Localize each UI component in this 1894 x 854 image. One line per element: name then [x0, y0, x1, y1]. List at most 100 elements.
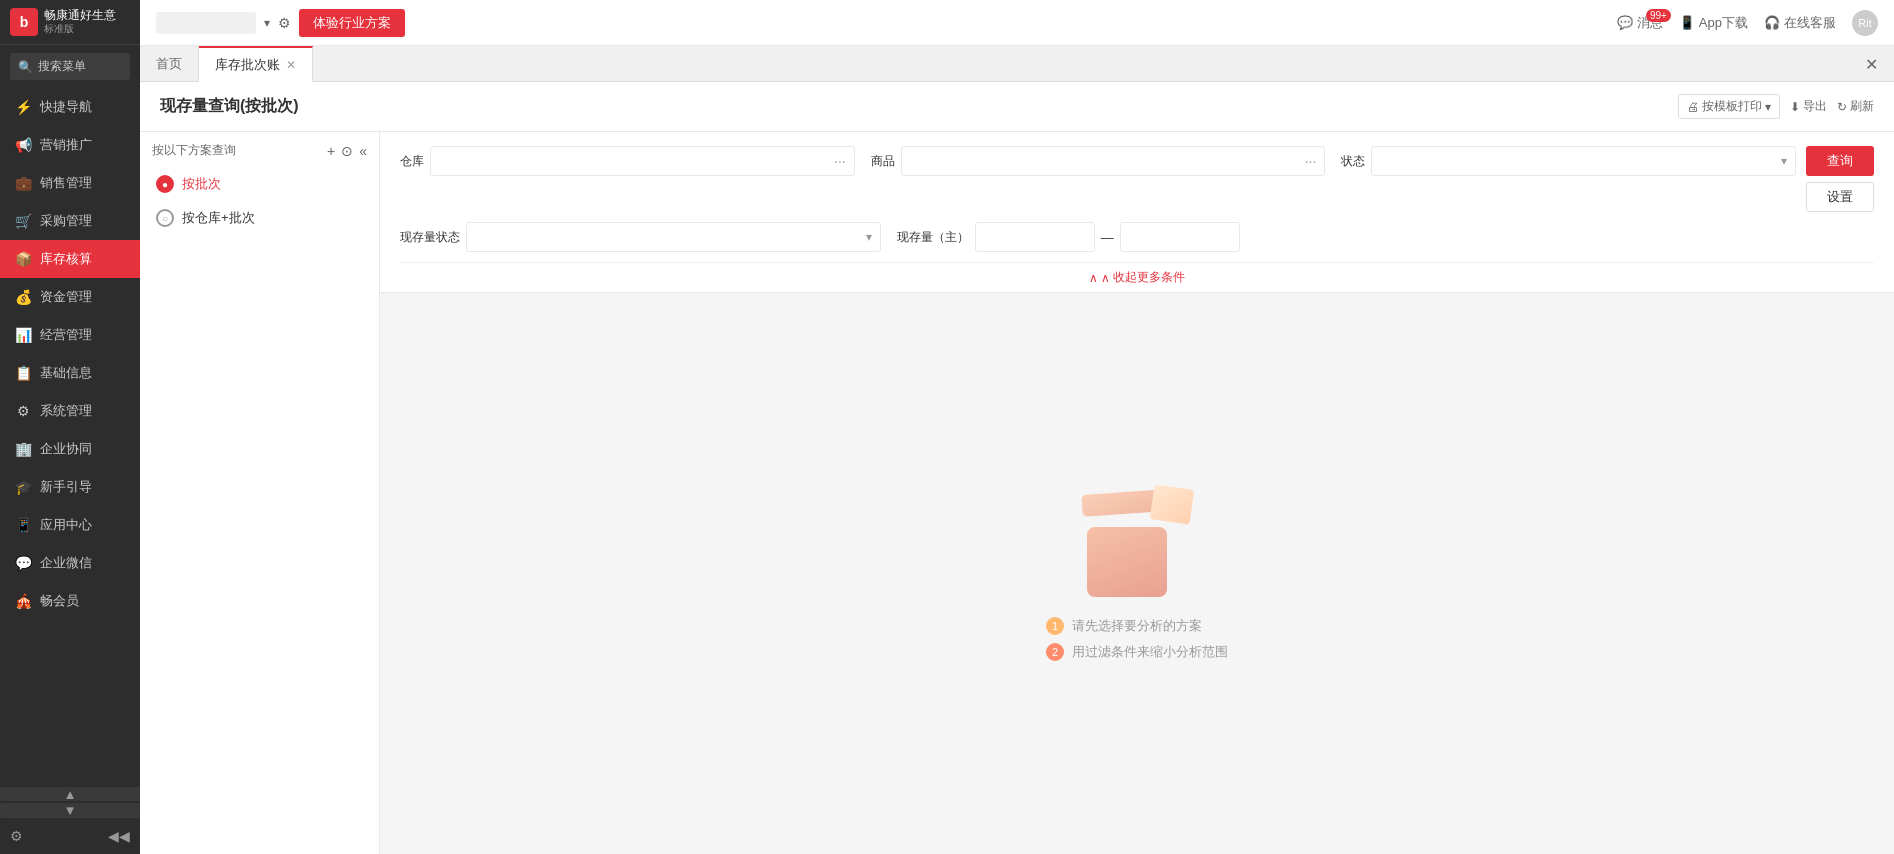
brand-logo: b: [10, 8, 38, 36]
empty-hints: 1 请先选择要分析的方案 2 用过滤条件来缩小分析范围: [1046, 617, 1228, 661]
empty-state: 1 请先选择要分析的方案 2 用过滤条件来缩小分析范围: [380, 293, 1894, 854]
product-input[interactable]: [910, 154, 1301, 168]
status-select[interactable]: ▾: [1371, 146, 1796, 176]
topbar-search-input[interactable]: [156, 12, 256, 34]
settings-button[interactable]: 设置: [1806, 182, 1874, 212]
product-label: 商品: [871, 153, 895, 170]
template-print-button[interactable]: 🖨 按模板打印 ▾: [1678, 94, 1780, 119]
sidebar-item-appcenter[interactable]: 📱 应用中心: [0, 506, 140, 544]
main-content: ▾ ⚙ 体验行业方案 💬 消息 99+ 📱 App下载 🎧 在线客服 Rit: [140, 0, 1894, 854]
sidebar-item-inventory-label: 库存核算: [40, 250, 92, 268]
scheme-item-by-batch[interactable]: ● 按批次: [140, 167, 379, 201]
warehouse-input-container[interactable]: ···: [430, 146, 855, 176]
topbar: ▾ ⚙ 体验行业方案 💬 消息 99+ 📱 App下载 🎧 在线客服 Rit: [140, 0, 1894, 46]
scheme-inactive-icon: ○: [156, 209, 174, 227]
status-input[interactable]: [1380, 154, 1781, 168]
scheme-collapse-button[interactable]: «: [359, 143, 367, 159]
inventory-icon: 📦: [14, 251, 32, 267]
collapse-label: 收起更多条件: [1113, 269, 1185, 286]
message-button[interactable]: 💬 消息 99+: [1617, 14, 1663, 32]
sidebar-item-wechat-label: 企业微信: [40, 554, 92, 572]
tab-inventory-batch-label: 库存批次账: [215, 56, 280, 74]
basic-icon: 📋: [14, 365, 32, 381]
sales-icon: 💼: [14, 175, 32, 191]
search-menu-button[interactable]: 🔍 搜索菜单: [10, 53, 130, 80]
sidebar-item-marketing-label: 营销推广: [40, 136, 92, 154]
customer-service-button[interactable]: 🎧 在线客服: [1764, 14, 1836, 32]
sidebar-item-basic[interactable]: 📋 基础信息: [0, 354, 140, 392]
scheme-item-by-warehouse-batch[interactable]: ○ 按仓库+批次: [140, 201, 379, 235]
settings-icon-button[interactable]: ⚙: [10, 828, 23, 844]
sidebar-item-purchase[interactable]: 🛒 采购管理: [0, 202, 140, 240]
scheme-add-button[interactable]: +: [327, 143, 335, 159]
product-filter: 商品 ···: [871, 146, 1326, 176]
sidebar-item-newguide[interactable]: 🎓 新手引导: [0, 468, 140, 506]
inventory-qty-max-input[interactable]: [1120, 222, 1240, 252]
inventory-qty-filter: 现存量（主） —: [897, 222, 1378, 252]
page-actions: 🖨 按模板打印 ▾ ⬇ 导出 ↻ 刷新: [1678, 94, 1874, 119]
sidebar-item-member[interactable]: 🎪 畅会员: [0, 582, 140, 620]
tab-close-global-button[interactable]: ✕: [1865, 54, 1878, 73]
sidebar-item-purchase-label: 采购管理: [40, 212, 92, 230]
inventory-status-select[interactable]: ▾: [466, 222, 881, 252]
hint-1-num: 1: [1046, 617, 1064, 635]
operations-icon: 📊: [14, 327, 32, 343]
sidebar-item-inventory[interactable]: 📦 库存核算: [0, 240, 140, 278]
brand-text: 畅康通好生意 标准版: [44, 8, 116, 36]
tab-list: 首页 库存批次账 ✕ ✕: [140, 46, 1894, 82]
sidebar-item-enterprise[interactable]: 🏢 企业协同: [0, 430, 140, 468]
export-button[interactable]: ⬇ 导出: [1790, 98, 1827, 115]
product-more-icon[interactable]: ···: [1305, 153, 1317, 169]
sidebar-nav: ⚡ 快捷导航 📢 营销推广 💼 销售管理 🛒 采购管理 📦 库存核算 💰 资金管…: [0, 88, 140, 787]
topbar-dropdown-button[interactable]: ▾: [264, 16, 270, 30]
sidebar-item-quicknav[interactable]: ⚡ 快捷导航: [0, 88, 140, 126]
hint-1-text: 请先选择要分析的方案: [1072, 617, 1202, 635]
empty-illustration: [1077, 487, 1197, 597]
sidebar-item-system[interactable]: ⚙ 系统管理: [0, 392, 140, 430]
tab-close-button[interactable]: ✕: [286, 59, 296, 71]
topbar-left: ▾ ⚙ 体验行业方案: [156, 9, 1607, 37]
inventory-qty-dash: —: [1101, 230, 1114, 245]
sidebar-item-operations[interactable]: 📊 经营管理: [0, 316, 140, 354]
query-button[interactable]: 查询: [1806, 146, 1874, 176]
topbar-right: 💬 消息 99+ 📱 App下载 🎧 在线客服 Rit: [1617, 10, 1878, 36]
refresh-button[interactable]: ↻ 刷新: [1837, 98, 1874, 115]
sidebar-item-finance[interactable]: 💰 资金管理: [0, 278, 140, 316]
inventory-status-filter: 现存量状态 ▾: [400, 222, 881, 252]
export-label: 导出: [1803, 98, 1827, 115]
tab-inventory-batch[interactable]: 库存批次账 ✕: [199, 46, 313, 82]
message-icon: 💬: [1617, 15, 1633, 30]
tab-home[interactable]: 首页: [140, 46, 199, 82]
refresh-label: 刷新: [1850, 98, 1874, 115]
inventory-qty-min-input[interactable]: [975, 222, 1095, 252]
customer-service-label: 在线客服: [1784, 14, 1836, 32]
search-icon: 🔍: [18, 60, 33, 74]
sidebar-item-enterprise-label: 企业协同: [40, 440, 92, 458]
app-download-icon: 📱: [1679, 15, 1695, 30]
scheme-active-icon: ●: [156, 175, 174, 193]
collapse-filters-button[interactable]: ∧ ∧ 收起更多条件: [1089, 269, 1185, 286]
warehouse-input[interactable]: [439, 154, 830, 168]
scroll-down-button[interactable]: ▼: [0, 803, 140, 817]
warehouse-label: 仓库: [400, 153, 424, 170]
appcenter-icon: 📱: [14, 517, 32, 533]
scheme-panel: 按以下方案查询 + ⊙ « ● 按批次 ○ 按仓库+批次: [140, 132, 380, 854]
sidebar-item-marketing[interactable]: 📢 营销推广: [0, 126, 140, 164]
topbar-gear-button[interactable]: ⚙: [278, 15, 291, 31]
status-filter: 状态 ▾: [1341, 146, 1796, 176]
warehouse-more-icon[interactable]: ···: [834, 153, 846, 169]
collapse-sidebar-button[interactable]: ◀◀: [108, 828, 130, 844]
user-avatar[interactable]: Rit: [1852, 10, 1878, 36]
sidebar-item-sales[interactable]: 💼 销售管理: [0, 164, 140, 202]
product-input-container[interactable]: ···: [901, 146, 1326, 176]
scheme-settings-button[interactable]: ⊙: [341, 143, 353, 159]
sidebar-footer: ⚙ ◀◀: [0, 817, 140, 854]
sidebar-item-operations-label: 经营管理: [40, 326, 92, 344]
scroll-up-button[interactable]: ▲: [0, 787, 140, 801]
experience-button[interactable]: 体验行业方案: [299, 9, 405, 37]
marketing-icon: 📢: [14, 137, 32, 153]
app-download-button[interactable]: 📱 App下载: [1679, 14, 1748, 32]
sidebar-search-section: 🔍 搜索菜单: [0, 45, 140, 88]
sidebar-item-wechat[interactable]: 💬 企业微信: [0, 544, 140, 582]
action-buttons: 查询 设置: [1806, 146, 1874, 212]
